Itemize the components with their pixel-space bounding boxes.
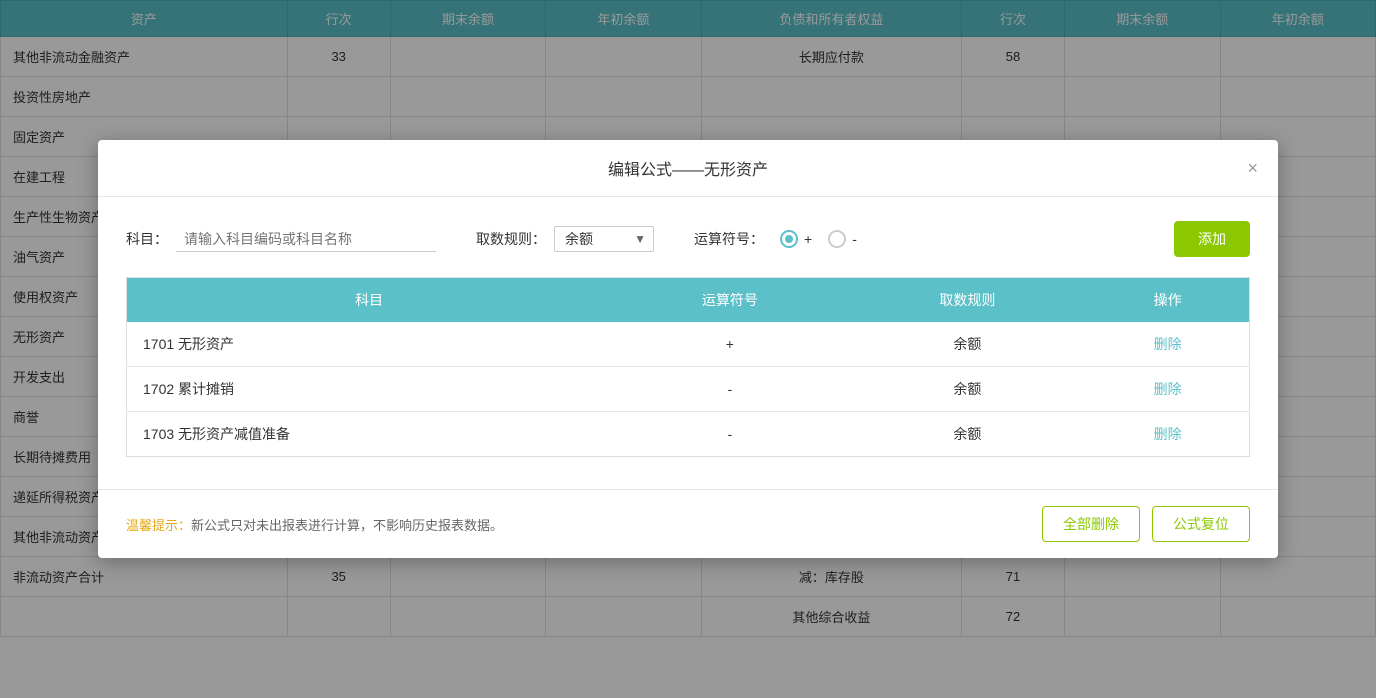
cell-subject: 1701 无形资产 (127, 322, 612, 367)
delete-row-button[interactable]: 删除 (1154, 426, 1182, 442)
rule-select[interactable]: 余额 借方 贷方 借方累计 贷方累计 (554, 226, 654, 252)
col-header-rule: 取数规则 (849, 278, 1087, 323)
operator-label: 运算符号： (694, 229, 764, 249)
cell-action: 删除 (1086, 367, 1249, 412)
form-row: 科目： 取数规则： 余额 借方 贷方 借方累计 贷方累计 ▼ (126, 221, 1250, 257)
cell-rule: 余额 (849, 412, 1087, 457)
footer-actions: 全部删除 公式复位 (1042, 506, 1250, 542)
operator-section: 运算符号： + - 添加 (694, 221, 1250, 257)
operator-plus-label: + (804, 231, 812, 247)
operator-minus-radio[interactable]: - (828, 230, 857, 248)
tip-text: 新公式只对未出报表进行计算，不影响历史报表数据。 (191, 518, 503, 533)
tip-prefix: 温馨提示： (126, 518, 191, 533)
modal-body: 科目： 取数规则： 余额 借方 贷方 借方累计 贷方累计 ▼ (98, 197, 1278, 481)
radio-circle-minus (828, 230, 846, 248)
rule-label: 取数规则： (476, 229, 546, 249)
modal-footer: 温馨提示：新公式只对未出报表进行计算，不影响历史报表数据。 全部删除 公式复位 (98, 489, 1278, 558)
add-button[interactable]: 添加 (1174, 221, 1250, 257)
delete-row-button[interactable]: 删除 (1154, 381, 1182, 397)
formula-table-row: 1701 无形资产+余额 删除 (127, 322, 1250, 367)
cell-operator: - (611, 367, 849, 412)
cell-rule: 余额 (849, 322, 1087, 367)
cell-subject: 1703 无形资产减值准备 (127, 412, 612, 457)
col-header-operator: 运算符号 (611, 278, 849, 323)
modal-close-button[interactable]: × (1243, 155, 1262, 181)
edit-formula-modal: 编辑公式——无形资产 × 科目： 取数规则： 余额 借方 贷方 借方累计 (98, 140, 1278, 558)
col-header-subject: 科目 (127, 278, 612, 323)
footer-tip: 温馨提示：新公式只对未出报表进行计算，不影响历史报表数据。 (126, 515, 503, 534)
cell-rule: 余额 (849, 367, 1087, 412)
formula-table: 科目 运算符号 取数规则 操作 1701 无形资产+余额删除1702 累计摊销-… (126, 277, 1250, 457)
operator-plus-radio[interactable]: + (780, 230, 812, 248)
formula-table-row: 1702 累计摊销-余额 删除 (127, 367, 1250, 412)
subject-section: 科目： (126, 227, 436, 252)
cell-operator: - (611, 412, 849, 457)
subject-input[interactable] (176, 227, 436, 252)
cell-operator: + (611, 322, 849, 367)
subject-label: 科目： (126, 229, 168, 249)
operator-radio-group: + - (780, 230, 857, 248)
reset-formula-button[interactable]: 公式复位 (1152, 506, 1250, 542)
cell-action: 删除 (1086, 412, 1249, 457)
modal-header: 编辑公式——无形资产 × (98, 140, 1278, 197)
rule-section: 取数规则： 余额 借方 贷方 借方累计 贷方累计 ▼ (476, 226, 654, 252)
cell-subject: 1702 累计摊销 (127, 367, 612, 412)
col-header-action: 操作 (1086, 278, 1249, 323)
table-header-row: 科目 运算符号 取数规则 操作 (127, 278, 1250, 323)
radio-circle-plus (780, 230, 798, 248)
formula-table-row: 1703 无形资产减值准备-余额 删除 (127, 412, 1250, 457)
rule-select-wrap: 余额 借方 贷方 借方累计 贷方累计 ▼ (554, 226, 654, 252)
cell-action: 删除 (1086, 322, 1249, 367)
delete-all-button[interactable]: 全部删除 (1042, 506, 1140, 542)
delete-row-button[interactable]: 删除 (1154, 336, 1182, 352)
operator-minus-label: - (852, 231, 857, 247)
modal-title: 编辑公式——无形资产 (608, 156, 768, 180)
